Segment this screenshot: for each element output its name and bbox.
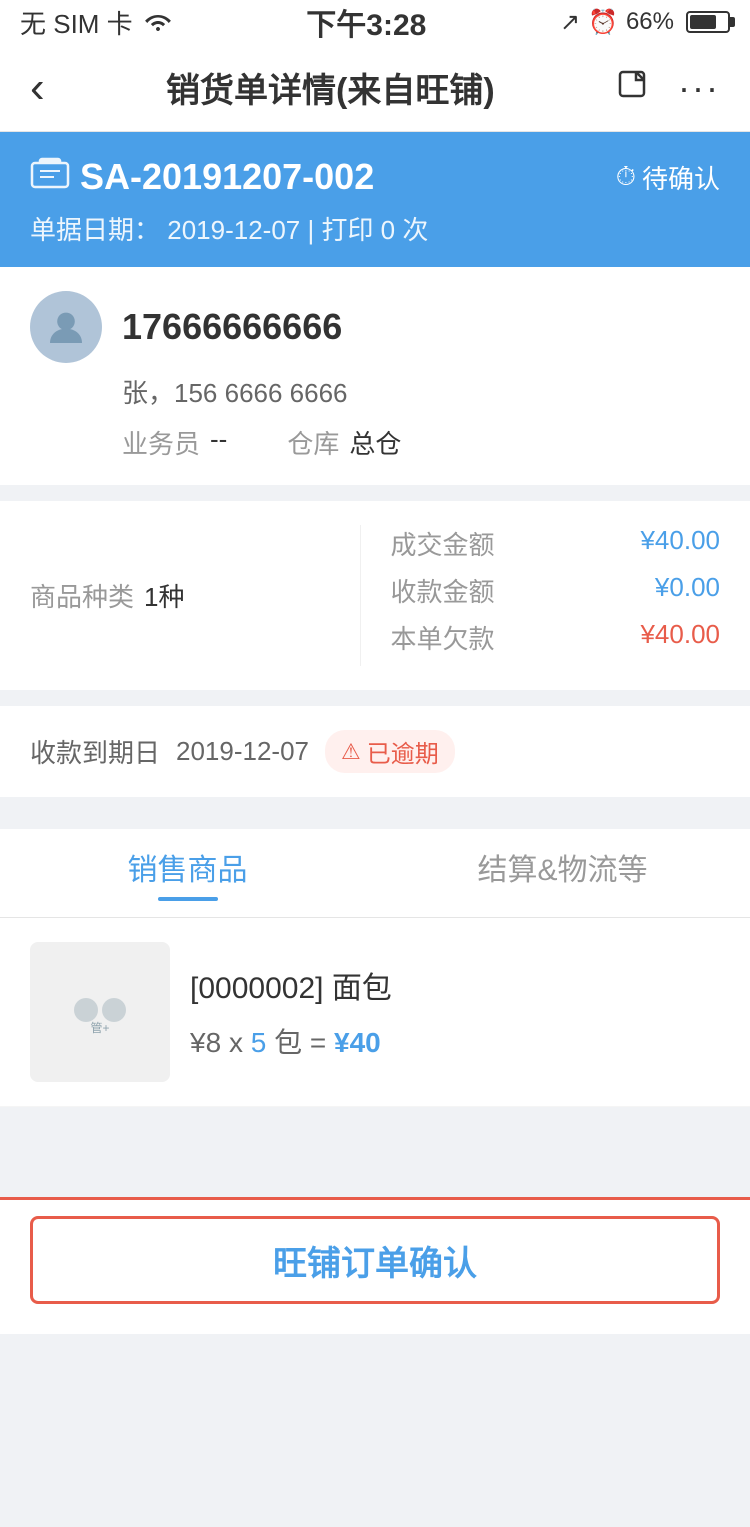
payment-value: ¥0.00 [655, 572, 720, 609]
back-button[interactable]: ‹ [30, 63, 45, 113]
bottom-bar: 旺铺订单确认 [0, 1197, 750, 1334]
print-info: | 打印 0 次 [307, 215, 428, 245]
product-title: 面包 [332, 972, 392, 1005]
more-button[interactable]: ··· [678, 67, 720, 109]
share-button[interactable] [616, 68, 648, 108]
confirm-button-label: 旺铺订单确认 [273, 1236, 477, 1285]
customer-header: 17666666666 [30, 291, 720, 363]
product-section: 管+ [0000002] 面包 ¥8 x 5 包 = ¥40 [0, 918, 750, 1107]
overdue-badge: ⚠ 已逾期 [325, 730, 455, 773]
product-total: ¥40 [334, 1027, 381, 1058]
stats-amounts: 成交金额 ¥40.00 收款金额 ¥0.00 本单欠款 ¥40.00 [361, 525, 721, 666]
due-date-value: 2019-12-07 [176, 736, 309, 767]
category-value: 1种 [144, 577, 184, 614]
amount-row-2: 收款金额 ¥0.00 [391, 572, 721, 609]
svg-text:管+: 管+ [90, 1020, 109, 1035]
tab-sales-goods[interactable]: 销售商品 [0, 829, 375, 917]
avatar [30, 291, 102, 363]
product-code: [0000002] [190, 972, 323, 1005]
amount-value: ¥40.00 [640, 525, 720, 562]
product-qty: 5 [251, 1027, 267, 1058]
order-status-text: 待确认 [642, 159, 720, 196]
unit-price: ¥8 [190, 1027, 221, 1058]
customer-phone: 17666666666 [122, 306, 342, 348]
product-thumbnail: 管+ [30, 942, 170, 1082]
table-row: 管+ [0000002] 面包 ¥8 x 5 包 = ¥40 [0, 918, 750, 1107]
tab-active-indicator [158, 897, 218, 901]
order-date-row: 单据日期： 2019-12-07 | 打印 0 次 [30, 210, 720, 247]
warehouse-value: 总仓 [349, 424, 401, 461]
customer-name: 张，156 6666 6666 [122, 373, 720, 410]
status-right: ↗ ⏰ 66% [560, 8, 730, 37]
warehouse-label: 仓库 [287, 424, 339, 461]
category-label: 商品种类 [30, 577, 134, 614]
debt-value: ¥40.00 [640, 619, 720, 656]
salesperson-item: 业务员 -- [122, 424, 227, 461]
status-clock-icon: ⏱ [616, 161, 636, 193]
product-unit: 包 [274, 1027, 302, 1058]
overdue-icon: ⚠ [341, 739, 361, 765]
battery-text: 66% [626, 8, 674, 36]
status-left: 无 SIM 卡 [20, 4, 173, 41]
tabs: 销售商品 结算&物流等 [0, 829, 750, 918]
status-time: 下午3:28 [306, 0, 426, 44]
wifi-icon [143, 7, 173, 38]
status-bar: 无 SIM 卡 下午3:28 ↗ ⏰ 66% [0, 0, 750, 44]
due-date-card: 收款到期日 2019-12-07 ⚠ 已逾期 [0, 706, 750, 797]
equals-sign: = [310, 1027, 326, 1058]
order-icon [30, 157, 70, 197]
confirm-order-button[interactable]: 旺铺订单确认 [30, 1216, 720, 1304]
battery-icon [686, 11, 730, 33]
tab-inactive-indicator [533, 897, 593, 901]
customer-card: 17666666666 张，156 6666 6666 业务员 -- 仓库 总仓 [0, 267, 750, 485]
order-id-text: SA-20191207-002 [80, 156, 374, 198]
overdue-text: 已逾期 [367, 734, 439, 769]
multiply-sign: x [229, 1027, 243, 1058]
date-label: 单据日期： [30, 215, 160, 245]
stats-card: 商品种类 1种 成交金额 ¥40.00 收款金额 ¥0.00 本单欠款 ¥40.… [0, 501, 750, 690]
tab-settlement[interactable]: 结算&物流等 [375, 829, 750, 917]
carrier-text: 无 SIM 卡 [20, 4, 133, 41]
debt-label: 本单欠款 [391, 619, 495, 656]
amount-row-1: 成交金额 ¥40.00 [391, 525, 721, 562]
stats-category: 商品种类 1种 [30, 525, 361, 666]
divider [0, 813, 750, 829]
due-label: 收款到期日 [30, 733, 160, 770]
page-title: 销货单详情(来自旺铺) [166, 63, 495, 112]
customer-meta: 业务员 -- 仓库 总仓 [122, 424, 720, 461]
order-id-container: SA-20191207-002 [30, 156, 374, 198]
payment-label: 收款金额 [391, 572, 495, 609]
location-icon: ↗ [560, 8, 580, 37]
tab-settlement-label: 结算&物流等 [477, 845, 647, 889]
order-status: ⏱ 待确认 [616, 159, 720, 196]
alarm-icon: ⏰ [588, 8, 618, 37]
order-date-value: 2019-12-07 [167, 215, 300, 245]
product-name: [0000002] 面包 [190, 963, 720, 1007]
order-header: SA-20191207-002 ⏱ 待确认 单据日期： 2019-12-07 |… [0, 132, 750, 267]
salesperson-value: -- [210, 424, 227, 461]
product-info: [0000002] 面包 ¥8 x 5 包 = ¥40 [190, 942, 720, 1082]
product-price-row: ¥8 x 5 包 = ¥40 [190, 1021, 720, 1061]
warehouse-item: 仓库 总仓 [287, 424, 401, 461]
nav-bar: ‹ 销货单详情(来自旺铺) ··· [0, 44, 750, 132]
tab-sales-label: 销售商品 [128, 845, 248, 889]
salesperson-label: 业务员 [122, 424, 200, 461]
amount-label: 成交金额 [391, 525, 495, 562]
nav-actions: ··· [616, 67, 720, 109]
amount-row-3: 本单欠款 ¥40.00 [391, 619, 721, 656]
